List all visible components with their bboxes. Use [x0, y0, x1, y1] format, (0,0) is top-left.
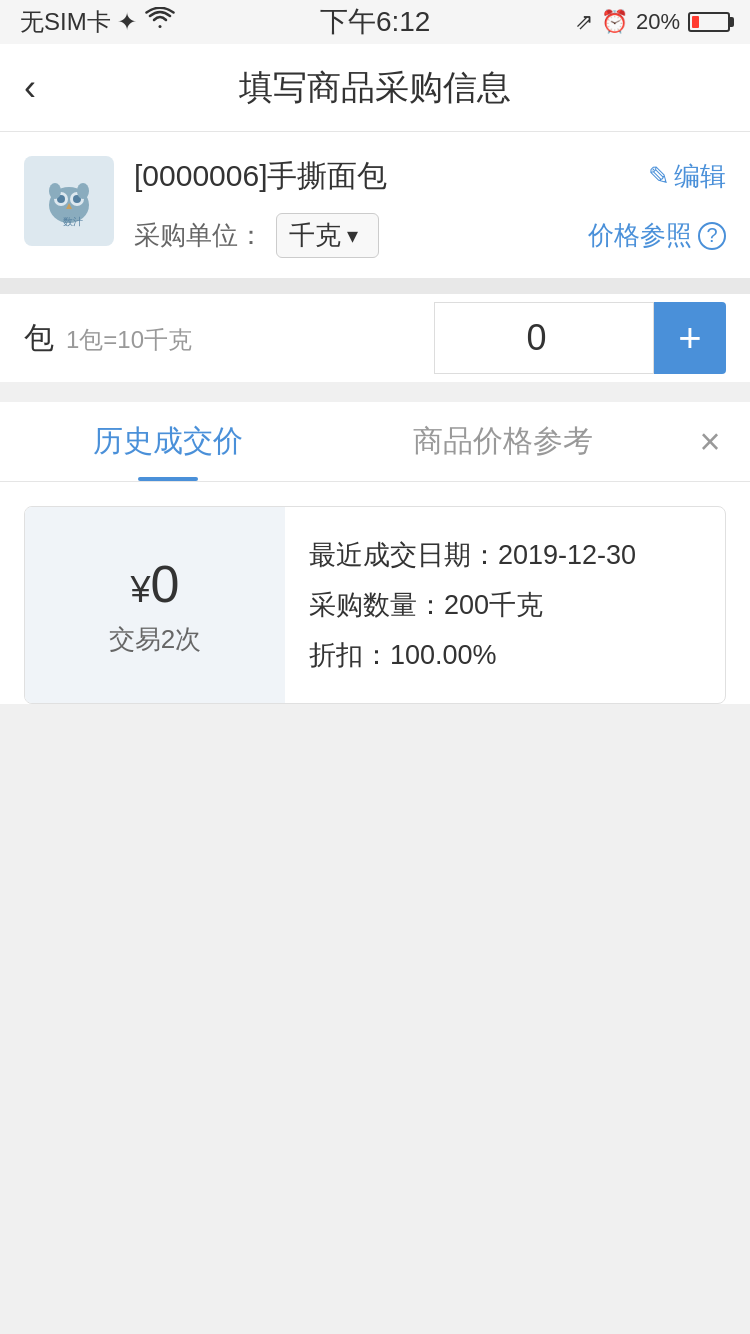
product-logo-icon: 数汁: [37, 169, 101, 233]
tabs-row: 历史成交价 商品价格参考 ×: [0, 402, 750, 482]
trade-count: 交易2次: [109, 622, 201, 657]
back-button[interactable]: ‹: [24, 67, 36, 109]
product-section: 数汁 [0000006]手撕面包 ✎ 编辑 采购单位： 千克 ▾: [0, 132, 750, 278]
price-reference-button[interactable]: 价格参照 ?: [588, 218, 726, 253]
product-name: [0000006]手撕面包: [134, 156, 387, 197]
unit-dropdown[interactable]: 千克 ▾: [276, 213, 379, 258]
quantity-plus-button[interactable]: +: [654, 302, 726, 374]
purchase-qty-label: 采购数量：: [309, 590, 444, 620]
quantity-control: +: [434, 302, 726, 374]
close-icon: ×: [699, 421, 720, 463]
currency-symbol: ¥: [131, 569, 151, 610]
wifi-icon: [145, 7, 175, 37]
page-title: 填写商品采购信息: [239, 65, 511, 111]
unit-value: 千克: [289, 218, 341, 253]
tab-history-price[interactable]: 历史成交价: [0, 402, 335, 481]
package-label: 包: [24, 318, 54, 359]
edit-icon: ✎: [648, 161, 670, 192]
status-right: ⇗ ⏰ 20%: [575, 9, 730, 35]
tab-product-price-ref[interactable]: 商品价格参考: [335, 402, 670, 481]
purchase-qty-row: 采购数量：200千克: [309, 587, 701, 623]
edit-button[interactable]: ✎ 编辑: [648, 159, 726, 194]
battery-percent: 20%: [636, 9, 680, 35]
quantity-input[interactable]: [434, 302, 654, 374]
product-info: [0000006]手撕面包 ✎ 编辑 采购单位： 千克 ▾ 价格参照: [134, 156, 726, 258]
recent-date-row: 最近成交日期：2019-12-30: [309, 537, 701, 573]
recent-date-label: 最近成交日期：: [309, 540, 498, 570]
price-display: ¥0: [131, 554, 180, 614]
price-value: 0: [151, 555, 180, 613]
alarm-icon: ⏰: [601, 9, 628, 35]
price-card: ¥0 交易2次 最近成交日期：2019-12-30 采购数量：200千克 折扣：…: [24, 506, 726, 704]
package-hint: 1包=10千克: [66, 324, 192, 356]
bottom-panel: 历史成交价 商品价格参考 × ¥0 交易2次 最近成交日期：2019-12-30…: [0, 402, 750, 704]
unit-label: 采购单位：: [134, 218, 264, 253]
battery-icon: [688, 12, 730, 32]
status-time: 下午6:12: [320, 3, 431, 41]
status-bar: 无SIM卡 ✦ 下午6:12 ⇗ ⏰ 20%: [0, 0, 750, 44]
nav-bar: ‹ 填写商品采购信息: [0, 44, 750, 132]
discount-row: 折扣：100.00%: [309, 637, 701, 673]
section-divider: [0, 278, 750, 294]
product-thumbnail: 数汁: [24, 156, 114, 246]
close-button[interactable]: ×: [670, 421, 750, 463]
discount-label: 折扣：: [309, 640, 390, 670]
recent-date-value: 2019-12-30: [498, 540, 636, 570]
price-card-left: ¥0 交易2次: [25, 507, 285, 703]
main-content-area: [0, 728, 750, 1328]
help-icon: ?: [698, 222, 726, 250]
carrier-text: 无SIM卡 ✦: [20, 6, 137, 38]
quantity-section: 包 1包=10千克 +: [0, 294, 750, 382]
svg-point-7: [77, 183, 89, 199]
svg-point-6: [49, 183, 61, 199]
dropdown-arrow: ▾: [347, 223, 358, 249]
purchase-qty-value: 200千克: [444, 590, 543, 620]
price-card-right: 最近成交日期：2019-12-30 采购数量：200千克 折扣：100.00%: [285, 507, 725, 703]
location-icon: ⇗: [575, 9, 593, 35]
status-carrier: 无SIM卡 ✦: [20, 6, 175, 38]
svg-text:数汁: 数汁: [63, 216, 83, 227]
discount-value: 100.00%: [390, 640, 497, 670]
